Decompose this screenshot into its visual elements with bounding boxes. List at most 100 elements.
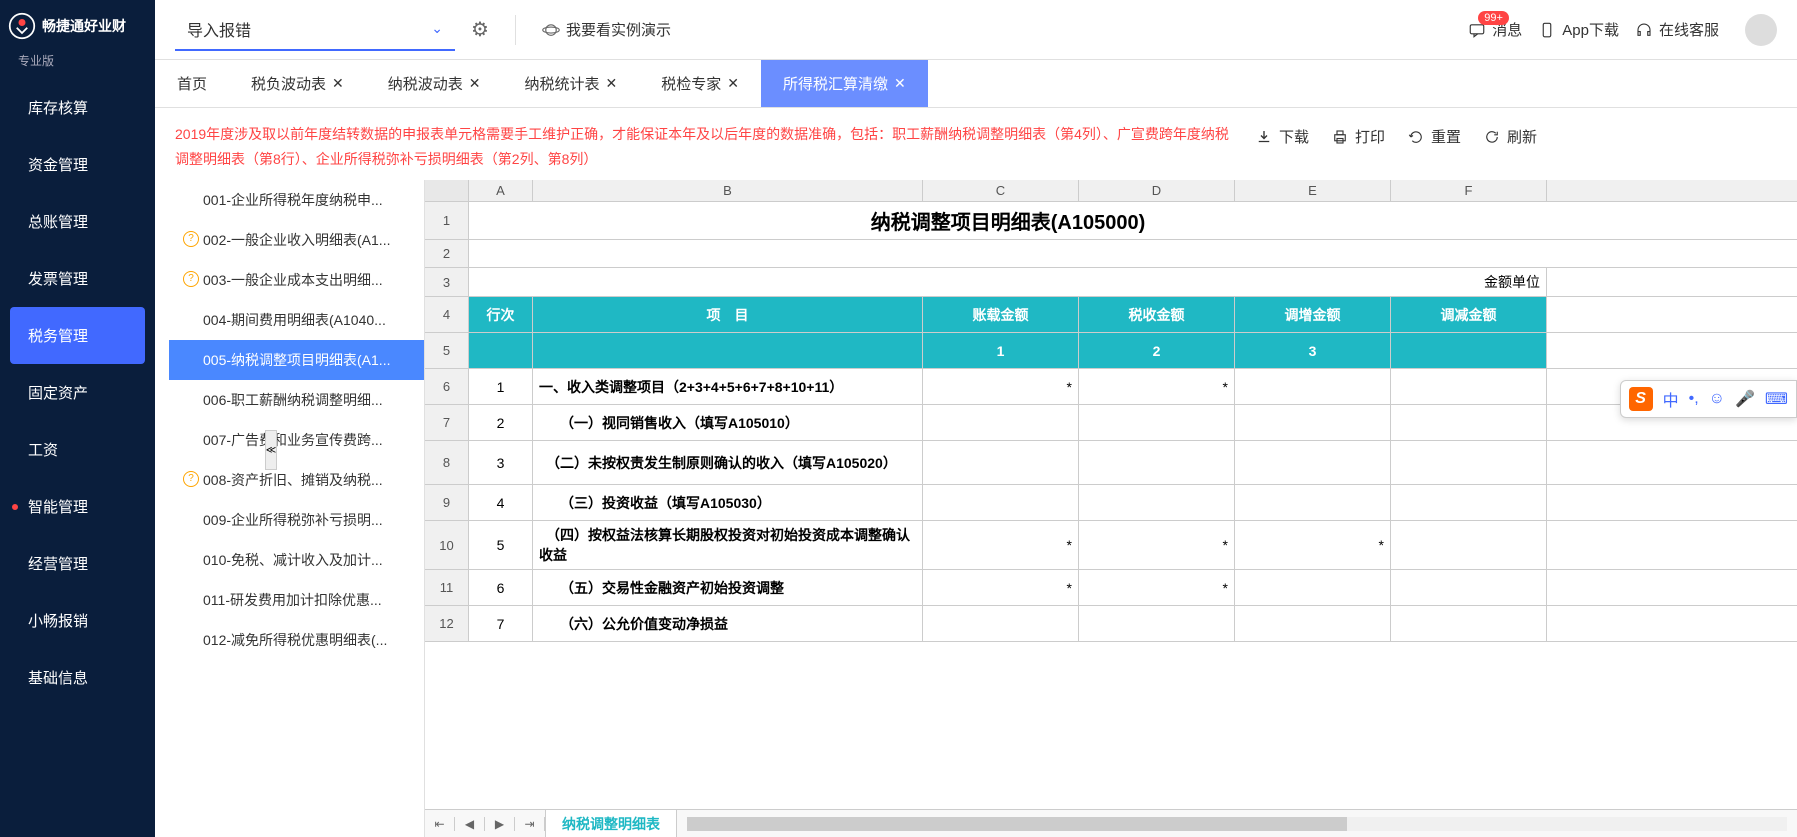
- close-icon[interactable]: ✕: [727, 75, 739, 92]
- row-header[interactable]: 10: [425, 521, 469, 569]
- cell-f[interactable]: [1391, 485, 1547, 520]
- cell-e[interactable]: [1235, 606, 1391, 641]
- cell-c[interactable]: *: [923, 570, 1079, 605]
- tree-item[interactable]: 009-企业所得税弥补亏损明...: [169, 500, 424, 540]
- page-selector-dropdown[interactable]: 导入报错 ⌄: [175, 9, 455, 51]
- cell-item[interactable]: （六）公允价值变动净损益: [533, 606, 923, 641]
- cell-e[interactable]: [1235, 369, 1391, 404]
- tab[interactable]: 纳税波动表✕: [366, 60, 503, 107]
- tab[interactable]: 税检专家✕: [639, 60, 761, 107]
- row-header[interactable]: 7: [425, 405, 469, 440]
- cell-d[interactable]: *: [1079, 570, 1235, 605]
- download-button[interactable]: 下载: [1255, 126, 1309, 147]
- col-header-F[interactable]: F: [1391, 180, 1547, 201]
- tab[interactable]: 首页: [155, 60, 229, 107]
- tab[interactable]: 所得税汇算清缴✕: [761, 60, 928, 107]
- settings-icon[interactable]: ⚙: [471, 17, 489, 42]
- user-avatar[interactable]: [1745, 14, 1777, 46]
- row-header[interactable]: 2: [425, 240, 469, 267]
- cell-d[interactable]: [1079, 485, 1235, 520]
- cell-item[interactable]: （四）按权益法核算长期股权投资对初始投资成本调整确认收益: [533, 521, 923, 569]
- cell-seq[interactable]: 5: [469, 521, 533, 569]
- print-button[interactable]: 打印: [1331, 126, 1385, 147]
- cell-c[interactable]: *: [923, 521, 1079, 569]
- cell-seq[interactable]: 1: [469, 369, 533, 404]
- col-header-C[interactable]: C: [923, 180, 1079, 201]
- demo-link[interactable]: 我要看实例演示: [542, 19, 671, 40]
- cell-e[interactable]: [1235, 570, 1391, 605]
- row-header[interactable]: 6: [425, 369, 469, 404]
- sheet-nav-next[interactable]: ▶: [485, 817, 515, 831]
- messages-button[interactable]: 99+ 消息: [1468, 19, 1522, 40]
- ime-punct-icon[interactable]: •,: [1689, 390, 1699, 408]
- close-icon[interactable]: ✕: [606, 75, 618, 92]
- ime-keyboard-icon[interactable]: ⌨: [1765, 389, 1788, 409]
- col-header-D[interactable]: D: [1079, 180, 1235, 201]
- cell-c[interactable]: [923, 441, 1079, 484]
- tree-item[interactable]: 004-期间费用明细表(A1040...: [169, 300, 424, 340]
- horizontal-scrollbar[interactable]: [687, 817, 1787, 831]
- sidebar-item[interactable]: 税务管理: [10, 307, 145, 364]
- ime-mic-icon[interactable]: 🎤: [1735, 389, 1755, 409]
- cell-e[interactable]: [1235, 485, 1391, 520]
- close-icon[interactable]: ✕: [469, 75, 481, 92]
- tree-item[interactable]: 006-职工薪酬纳税调整明细...: [169, 380, 424, 420]
- sidebar-item[interactable]: 固定资产: [0, 364, 155, 421]
- sidebar-item[interactable]: 基础信息: [0, 649, 155, 706]
- cell-d[interactable]: [1079, 441, 1235, 484]
- cell-c[interactable]: [923, 485, 1079, 520]
- cell-item[interactable]: （三）投资收益（填写A105030）: [533, 485, 923, 520]
- sidebar-item[interactable]: 资金管理: [0, 136, 155, 193]
- cell-e[interactable]: [1235, 441, 1391, 484]
- cell-c[interactable]: [923, 606, 1079, 641]
- cell-item[interactable]: 一、收入类调整项目（2+3+4+5+6+7+8+10+11）: [533, 369, 923, 404]
- sheet-nav-first[interactable]: ⇤: [425, 817, 455, 831]
- sheet-nav-prev[interactable]: ◀: [455, 817, 485, 831]
- customer-service-button[interactable]: 在线客服: [1635, 19, 1719, 40]
- cell-d[interactable]: [1079, 606, 1235, 641]
- close-icon[interactable]: ✕: [894, 75, 906, 92]
- reset-button[interactable]: 重置: [1407, 126, 1461, 147]
- ime-toolbar[interactable]: S 中 •, ☺ 🎤 ⌨: [1620, 380, 1797, 418]
- cell-e[interactable]: [1235, 405, 1391, 440]
- cell-seq[interactable]: 3: [469, 441, 533, 484]
- col-header-A[interactable]: A: [469, 180, 533, 201]
- cell-seq[interactable]: 6: [469, 570, 533, 605]
- refresh-button[interactable]: 刷新: [1483, 126, 1537, 147]
- cell-d[interactable]: *: [1079, 521, 1235, 569]
- cell-item[interactable]: （一）视同销售收入（填写A105010）: [533, 405, 923, 440]
- cell-seq[interactable]: 4: [469, 485, 533, 520]
- col-header-B[interactable]: B: [533, 180, 923, 201]
- cell-e[interactable]: *: [1235, 521, 1391, 569]
- cell-f[interactable]: [1391, 369, 1547, 404]
- cell-item[interactable]: （二）未按权责发生制原则确认的收入（填写A105020）: [533, 441, 923, 484]
- row-header[interactable]: 11: [425, 570, 469, 605]
- row-header[interactable]: 5: [425, 333, 469, 368]
- cell-f[interactable]: [1391, 570, 1547, 605]
- cell-c[interactable]: [923, 405, 1079, 440]
- sidebar-item[interactable]: 总账管理: [0, 193, 155, 250]
- corner-cell[interactable]: [425, 180, 469, 201]
- sidebar-item[interactable]: 库存核算: [0, 79, 155, 136]
- ime-emoji-icon[interactable]: ☺: [1709, 390, 1725, 408]
- app-download-button[interactable]: App下载: [1538, 19, 1619, 40]
- cell-d[interactable]: [1079, 405, 1235, 440]
- row-header[interactable]: 12: [425, 606, 469, 641]
- cell-seq[interactable]: 7: [469, 606, 533, 641]
- sheet-body[interactable]: 1 纳税调整项目明细表(A105000) 2 3 金额单位 4 行次 项: [425, 202, 1797, 809]
- sidebar-item[interactable]: 智能管理: [0, 478, 155, 535]
- row-header[interactable]: 1: [425, 202, 469, 239]
- cell-f[interactable]: [1391, 441, 1547, 484]
- cell-f[interactable]: [1391, 606, 1547, 641]
- tab[interactable]: 纳税统计表✕: [503, 60, 640, 107]
- sidebar-item[interactable]: 小畅报销: [0, 592, 155, 649]
- tree-item[interactable]: 005-纳税调整项目明细表(A1...: [169, 340, 424, 380]
- cell-f[interactable]: [1391, 521, 1547, 569]
- tree-item[interactable]: 003-一般企业成本支出明细...: [169, 260, 424, 300]
- tree-item[interactable]: 007-广告费和业务宣传费跨...: [169, 420, 424, 460]
- collapse-handle[interactable]: ≪: [265, 430, 277, 470]
- tree-item[interactable]: 002-一般企业收入明细表(A1...: [169, 220, 424, 260]
- ime-lang[interactable]: 中: [1663, 387, 1679, 411]
- sidebar-item[interactable]: 经营管理: [0, 535, 155, 592]
- close-icon[interactable]: ✕: [332, 75, 344, 92]
